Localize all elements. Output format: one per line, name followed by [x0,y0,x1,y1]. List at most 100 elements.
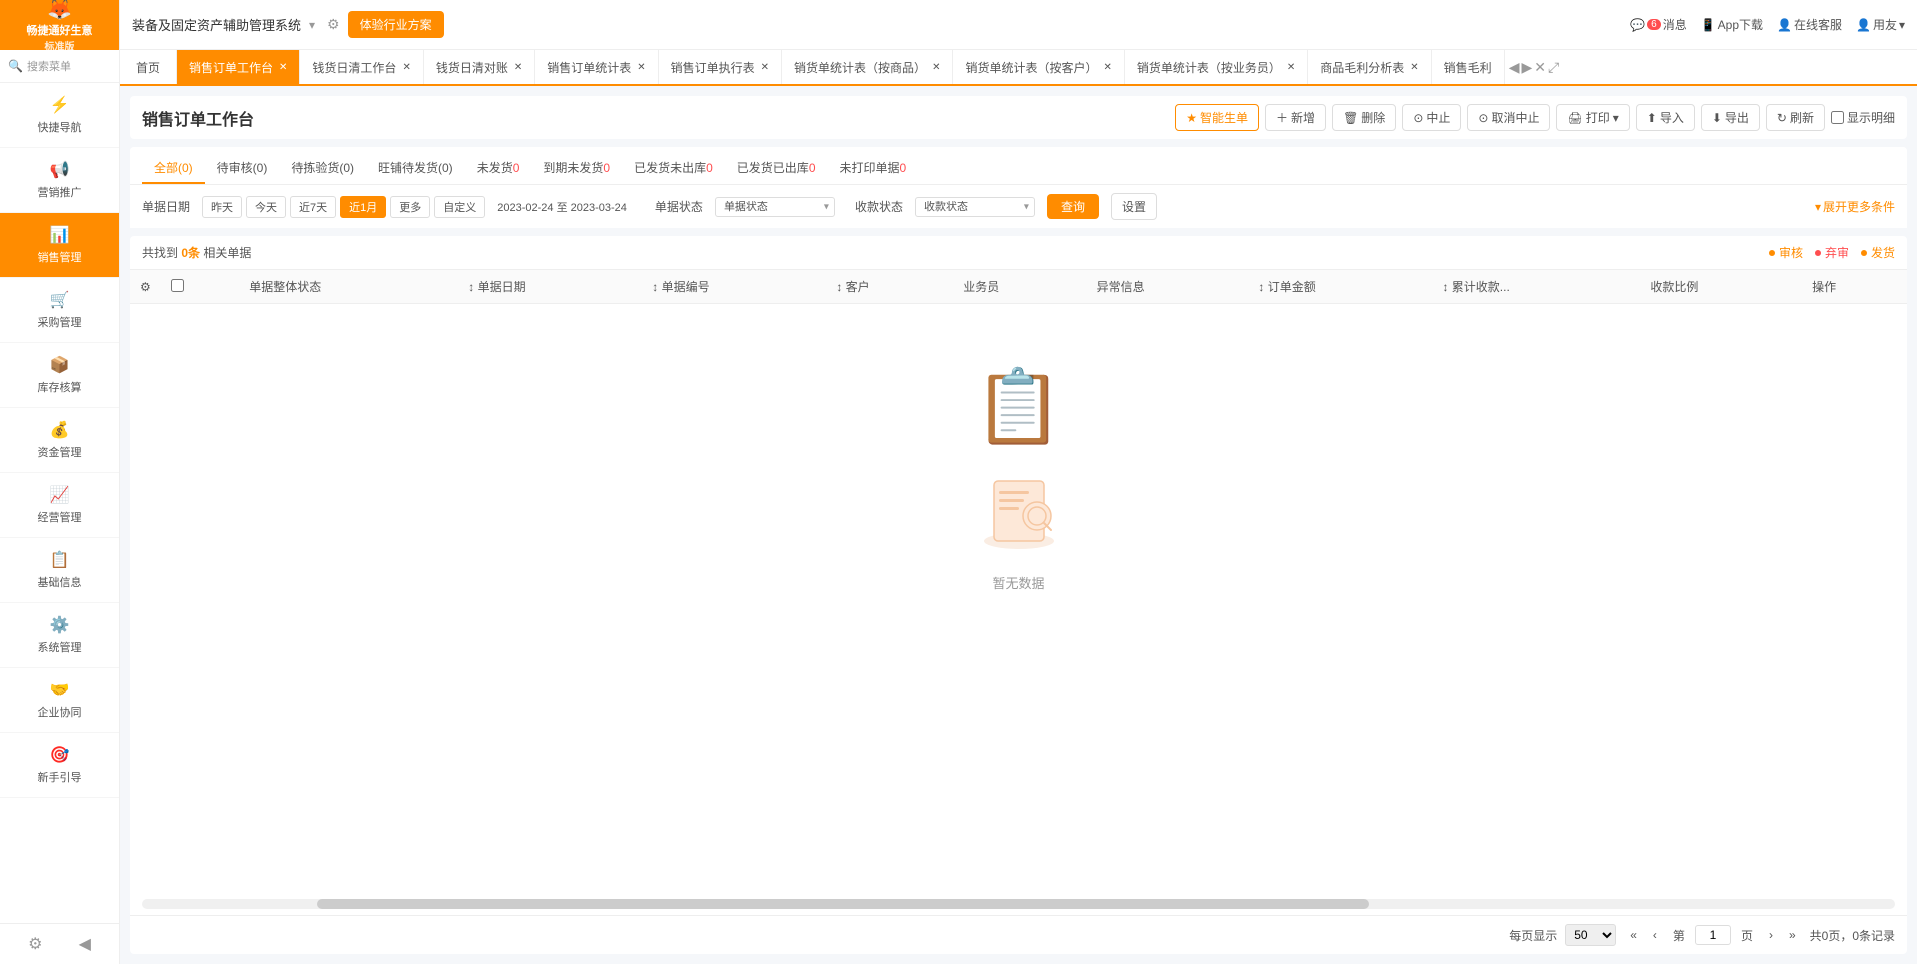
add-button[interactable]: ＋ 新增 [1265,104,1326,131]
tabs-next-icon[interactable]: ▶ [1521,59,1532,76]
sub-tab-pending-review[interactable]: 待审核(0) [205,153,280,184]
sub-tab-overdue-not-shipped[interactable]: 到期未发货0 [531,153,622,184]
settings-col-icon[interactable]: ⚙ [140,280,151,294]
col-customer[interactable]: ↕ 客户 [826,270,953,304]
horizontal-scrollbar[interactable] [142,899,1895,909]
sub-tab-shipped-out[interactable]: 已发货已出库0 [725,153,828,184]
sidebar-item-quick-nav[interactable]: ⚡ 快捷导航 [0,83,119,148]
sidebar-item-basic-info[interactable]: 📋 基础信息 [0,538,119,603]
tab-cash-daily-work[interactable]: 钱货日清工作台 ✕ [300,50,423,85]
page-number-input[interactable] [1695,925,1731,945]
sidebar-item-sales[interactable]: 📊 销售管理 [0,213,119,278]
tab-close-icon[interactable]: ✕ [402,62,410,73]
sub-tab-not-shipped[interactable]: 未发货0 [465,153,532,184]
col-number[interactable]: ↕ 单据编号 [642,270,826,304]
sidebar-item-finance[interactable]: 💰 资金管理 [0,408,119,473]
tab-close-icon[interactable]: ✕ [761,62,769,73]
first-page-btn[interactable]: « [1624,926,1643,944]
tab-home[interactable]: 首页 [120,50,177,85]
sidebar-item-marketing[interactable]: 📢 营销推广 [0,148,119,213]
tab-close-icon[interactable]: ✕ [514,62,522,73]
online-service-action[interactable]: 👤 在线客服 [1777,16,1842,33]
tab-close-icon[interactable]: ✕ [1410,62,1418,73]
import-button[interactable]: ⬆ 导入 [1636,104,1695,131]
sub-tab-shipped-not-out[interactable]: 已发货未出库0 [622,153,725,184]
show-detail-checkbox[interactable]: 显示明细 [1831,109,1895,126]
app-download-action[interactable]: 📱 App下载 [1701,16,1763,33]
ship-action[interactable]: 发货 [1861,244,1895,261]
query-button[interactable]: 查询 [1047,194,1099,219]
settings-button[interactable]: 设置 [1111,193,1157,220]
col-collected[interactable]: ↕ 累计收款... [1432,270,1640,304]
col-abnormal[interactable]: 异常信息 [1087,270,1249,304]
col-date[interactable]: ↕ 单据日期 [458,270,642,304]
tab-cash-goods-reconcile[interactable]: 钱货日清对账 ✕ [424,50,535,85]
tabs-maximize-icon[interactable]: ⤢ [1548,59,1559,76]
col-amount[interactable]: ↕ 订单金额 [1248,270,1432,304]
cancel-stop-button[interactable]: ⊙ 取消中止 [1467,104,1550,131]
sub-tab-not-printed[interactable]: 未打印单据0 [828,153,919,184]
prev-page-btn[interactable]: ‹ [1647,926,1663,944]
select-all-checkbox[interactable] [171,279,184,292]
sidebar-item-system[interactable]: ⚙️ 系统管理 [0,603,119,668]
status-select[interactable]: 单据状态 [715,197,835,217]
sub-tab-all[interactable]: 全部(0) [142,153,205,184]
message-action[interactable]: 💬 6 消息 [1630,16,1687,33]
tab-sales-order-stats[interactable]: 销售订单统计表 ✕ [535,50,658,85]
sub-tab-wangpu-pending-ship[interactable]: 旺铺待发货(0) [366,153,465,184]
col-staff[interactable]: 业务员 [953,270,1086,304]
pagination: 每页显示 20 50 100 « ‹ 第 页 › » 共0页，0条记录 [130,915,1907,954]
cancel-review-action[interactable]: 弃审 [1815,244,1849,261]
sidebar-item-guide[interactable]: 🎯 新手引导 [0,733,119,798]
date-btn-1month[interactable]: 近1月 [340,196,386,218]
tab-close-icon[interactable]: ✕ [932,62,940,73]
smart-create-button[interactable]: ★ 智能生单 [1175,104,1259,131]
settings-gear-icon[interactable]: ⚙ [327,16,340,33]
review-action[interactable]: 审核 [1769,244,1803,261]
next-page-btn[interactable]: › [1763,926,1779,944]
sidebar-search[interactable]: 🔍 搜索菜单 [0,50,119,83]
system-dropdown-icon[interactable]: ▾ [309,18,315,32]
tab-close-icon[interactable]: ✕ [1287,62,1295,73]
tab-product-margin[interactable]: 商品毛利分析表 ✕ [1308,50,1431,85]
tabs-close-all-icon[interactable]: ✕ [1534,59,1546,76]
table-actions: 审核 弃审 发货 [1769,244,1895,261]
tab-close-icon[interactable]: ✕ [279,62,287,73]
industry-solution-button[interactable]: 体验行业方案 [348,11,444,38]
export-button[interactable]: ⬇ 导出 [1701,104,1760,131]
sidebar-item-operations[interactable]: 📈 经营管理 [0,473,119,538]
user-action[interactable]: 👤 用友 ▾ [1856,16,1905,33]
tab-close-icon[interactable]: ✕ [1103,62,1111,73]
show-detail-input[interactable] [1831,111,1844,124]
stop-button[interactable]: ⊙ 中止 [1402,104,1461,131]
tab-sales-gross[interactable]: 销售毛利 [1432,50,1505,85]
sidebar-item-enterprise[interactable]: 🤝 企业协同 [0,668,119,733]
date-btn-yesterday[interactable]: 昨天 [202,196,242,218]
collapse-icon[interactable]: ◀ [79,934,91,954]
last-page-btn[interactable]: » [1783,926,1802,944]
date-btn-custom[interactable]: 自定义 [434,196,485,218]
settings-icon[interactable]: ⚙ [28,934,42,954]
payment-select[interactable]: 收款状态 [915,197,1035,217]
sub-tab-pending-inspect[interactable]: 待拣验货(0) [279,153,366,184]
col-overall-status[interactable]: 单据整体状态 [239,270,458,304]
print-button[interactable]: 🖨 打印 ▾ [1556,104,1629,131]
delete-button[interactable]: 🗑 删除 [1332,104,1396,131]
tab-sales-stats-by-staff[interactable]: 销货单统计表（按业务员） ✕ [1125,50,1308,85]
expand-more-button[interactable]: ▾ 展开更多条件 [1815,198,1895,215]
page-size-select[interactable]: 20 50 100 [1565,924,1616,946]
tab-close-icon[interactable]: ✕ [637,62,645,73]
scrollbar-thumb[interactable] [317,899,1369,909]
tab-sales-stats-by-product[interactable]: 销货单统计表（按商品） ✕ [782,50,953,85]
date-btn-7days[interactable]: 近7天 [290,196,336,218]
table-scroll[interactable]: ⚙ 单据整体状态 ↕ 单据日期 ↕ 单据编号 [130,270,1907,893]
tab-sales-stats-by-customer[interactable]: 销货单统计表（按客户） ✕ [953,50,1124,85]
date-btn-today[interactable]: 今天 [246,196,286,218]
date-btn-more[interactable]: 更多 [390,196,430,218]
tab-sales-order-execute[interactable]: 销售订单执行表 ✕ [659,50,782,85]
sidebar-item-purchase[interactable]: 🛒 采购管理 [0,278,119,343]
sidebar-item-inventory[interactable]: 📦 库存核算 [0,343,119,408]
tabs-prev-icon[interactable]: ◀ [1509,59,1520,76]
refresh-button[interactable]: ↻ 刷新 [1766,104,1825,131]
tab-sales-order-workbench[interactable]: 销售订单工作台 ✕ [177,50,300,85]
